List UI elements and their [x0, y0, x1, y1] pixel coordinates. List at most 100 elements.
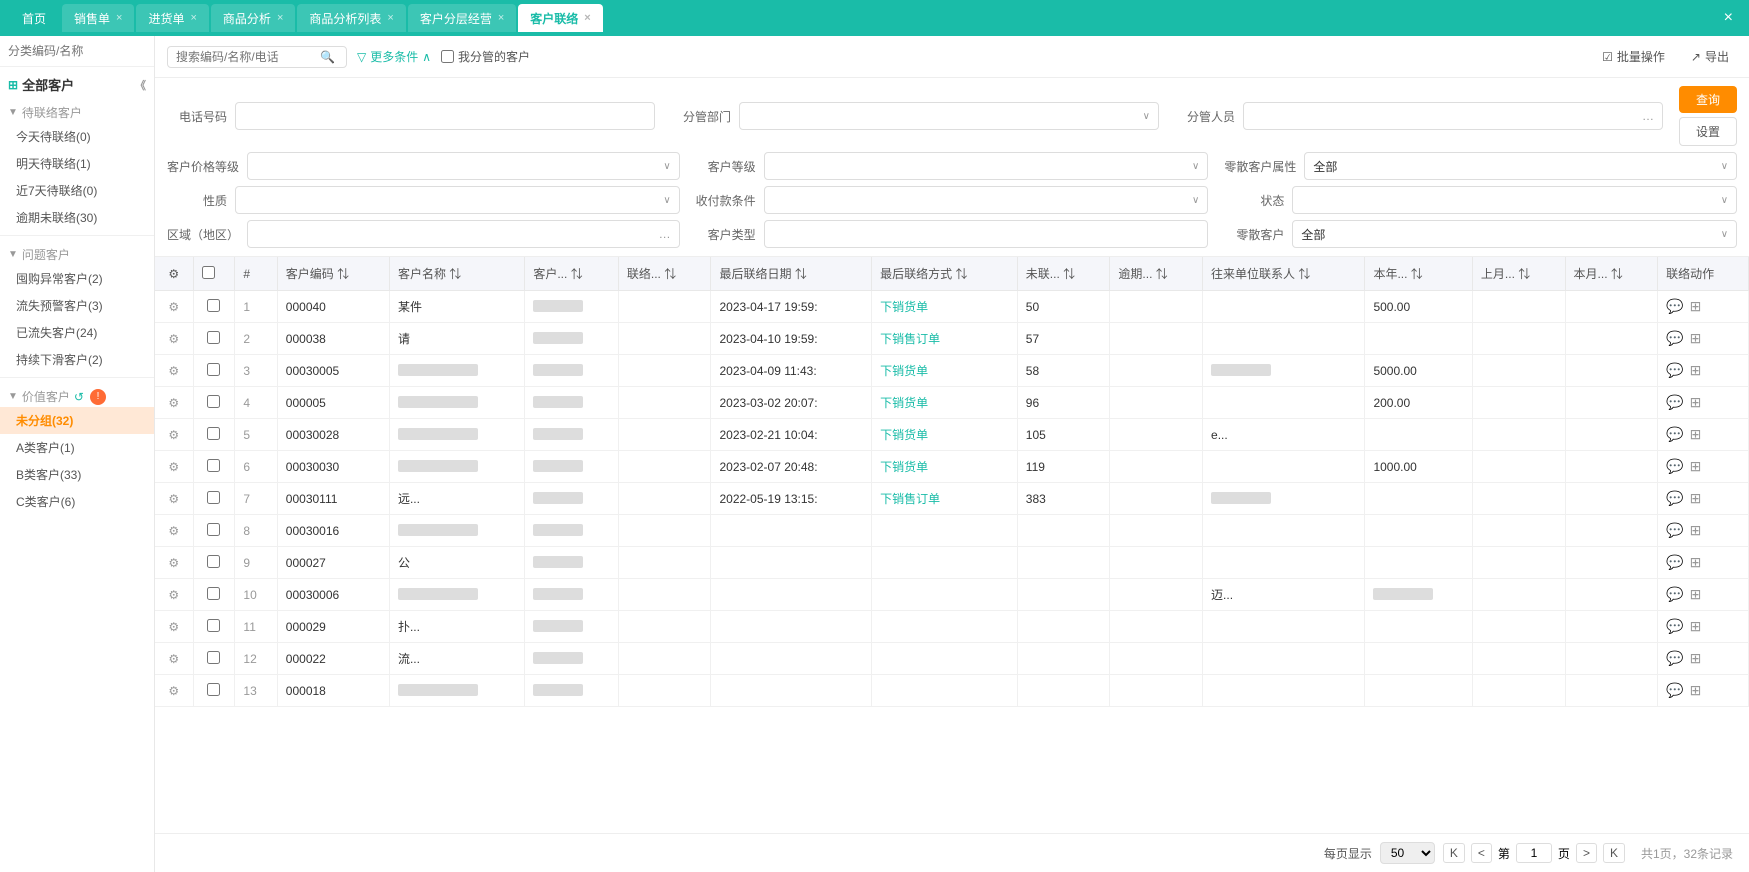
- reset-button[interactable]: 设置: [1679, 117, 1737, 146]
- chat-icon[interactable]: 💬: [1666, 586, 1683, 603]
- checkbox-col-header[interactable]: [193, 257, 235, 291]
- query-button[interactable]: 查询: [1679, 86, 1737, 113]
- row-settings[interactable]: ⚙: [155, 355, 193, 387]
- row-checkbox-cell[interactable]: [193, 483, 235, 515]
- sidebar-item-lost[interactable]: 已流失客户(24): [0, 319, 154, 346]
- chat-icon[interactable]: 💬: [1666, 394, 1683, 411]
- sidebar-search-input[interactable]: [8, 44, 155, 58]
- method-link[interactable]: 下销售订单: [880, 492, 940, 506]
- export-button[interactable]: ↗ 导出: [1683, 44, 1737, 69]
- col-contact[interactable]: 联络... ⇅: [618, 257, 711, 291]
- last-page-button[interactable]: K: [1603, 843, 1625, 863]
- region-input[interactable]: …: [247, 220, 680, 248]
- retail-customer-input[interactable]: 全部 ∨: [1292, 220, 1737, 248]
- tab-product-analysis-close[interactable]: ×: [277, 12, 283, 24]
- sidebar-item-near7[interactable]: 近7天待联络(0): [0, 177, 154, 204]
- row-settings[interactable]: ⚙: [155, 547, 193, 579]
- row-checkbox[interactable]: [207, 619, 220, 632]
- row-checkbox[interactable]: [207, 363, 220, 376]
- more-icon[interactable]: ⊞: [1690, 458, 1702, 475]
- more-icon[interactable]: ⊞: [1690, 298, 1702, 315]
- chat-icon[interactable]: 💬: [1666, 426, 1683, 443]
- row-settings[interactable]: ⚙: [155, 291, 193, 323]
- col-name[interactable]: 客户名称 ⇅: [389, 257, 524, 291]
- chat-icon[interactable]: 💬: [1666, 362, 1683, 379]
- retail-attr-input[interactable]: 全部 ∨: [1304, 152, 1737, 180]
- price-level-input[interactable]: ∨: [247, 152, 680, 180]
- sidebar-item-a[interactable]: A类客户(1): [0, 434, 154, 461]
- row-settings[interactable]: ⚙: [155, 323, 193, 355]
- payment-input[interactable]: ∨: [764, 186, 1209, 214]
- row-checkbox[interactable]: [207, 395, 220, 408]
- col-last-method[interactable]: 最后联络方式 ⇅: [872, 257, 1018, 291]
- more-icon[interactable]: ⊞: [1690, 394, 1702, 411]
- select-all-checkbox[interactable]: [202, 266, 215, 279]
- tab-purchase-close[interactable]: ×: [190, 12, 196, 24]
- sidebar-item-tomorrow[interactable]: 明天待联络(1): [0, 150, 154, 177]
- nav-close-button[interactable]: ×: [1716, 9, 1741, 27]
- prev-page-button[interactable]: <: [1471, 843, 1492, 863]
- tab-customer-contact-close[interactable]: ×: [584, 12, 590, 24]
- more-icon[interactable]: ⊞: [1690, 618, 1702, 635]
- tab-sales[interactable]: 销售单 ×: [62, 4, 134, 32]
- more-icon[interactable]: ⊞: [1690, 490, 1702, 507]
- sidebar-item-churn-risk[interactable]: 流失预警客户(3): [0, 292, 154, 319]
- more-icon[interactable]: ⊞: [1690, 362, 1702, 379]
- tab-customer-contact[interactable]: 客户联络 ×: [518, 4, 602, 32]
- chat-icon[interactable]: 💬: [1666, 298, 1683, 315]
- dept-input[interactable]: ∨: [739, 102, 1159, 130]
- sidebar-item-hold[interactable]: 持续下滑客户(2): [0, 346, 154, 373]
- sidebar-collapse-button[interactable]: 《: [135, 77, 146, 93]
- row-checkbox[interactable]: [207, 651, 220, 664]
- more-icon[interactable]: ⊞: [1690, 682, 1702, 699]
- tab-purchase[interactable]: 进货单 ×: [136, 4, 208, 32]
- row-checkbox-cell[interactable]: [193, 675, 235, 707]
- more-icon[interactable]: ⊞: [1690, 554, 1702, 571]
- row-checkbox-cell[interactable]: [193, 579, 235, 611]
- search-box[interactable]: 🔍: [167, 46, 347, 68]
- row-settings[interactable]: ⚙: [155, 451, 193, 483]
- settings-col-header[interactable]: ⚙: [155, 257, 193, 291]
- sidebar-item-abnormal[interactable]: 囤购异常客户(2): [0, 265, 154, 292]
- refresh-icon[interactable]: ↺: [74, 390, 84, 404]
- tab-product-analysis[interactable]: 商品分析 ×: [211, 4, 295, 32]
- next-page-button[interactable]: >: [1576, 843, 1597, 863]
- col-overdue[interactable]: 逾期... ⇅: [1110, 257, 1203, 291]
- more-icon[interactable]: ⊞: [1690, 330, 1702, 347]
- chat-icon[interactable]: 💬: [1666, 458, 1683, 475]
- customer-level-input[interactable]: ∨: [764, 152, 1209, 180]
- page-size-select[interactable]: 50 100 200: [1380, 842, 1435, 864]
- col-this-month[interactable]: 本月... ⇅: [1565, 257, 1658, 291]
- tab-customer-tier[interactable]: 客户分层经营 ×: [408, 4, 516, 32]
- row-settings[interactable]: ⚙: [155, 483, 193, 515]
- chat-icon[interactable]: 💬: [1666, 330, 1683, 347]
- chat-icon[interactable]: 💬: [1666, 490, 1683, 507]
- col-partner-contact[interactable]: 往来单位联系人 ⇅: [1203, 257, 1365, 291]
- nature-input[interactable]: ∨: [235, 186, 680, 214]
- tab-sales-close[interactable]: ×: [116, 12, 122, 24]
- row-checkbox-cell[interactable]: [193, 323, 235, 355]
- method-link[interactable]: 下销货单: [880, 396, 928, 410]
- row-settings[interactable]: ⚙: [155, 515, 193, 547]
- row-checkbox-cell[interactable]: [193, 515, 235, 547]
- more-conditions-button[interactable]: ▽ 更多条件 ∧: [357, 48, 431, 65]
- chat-icon[interactable]: 💬: [1666, 554, 1683, 571]
- status-input[interactable]: ∨: [1292, 186, 1737, 214]
- method-link[interactable]: 下销售订单: [880, 332, 940, 346]
- chat-icon[interactable]: 💬: [1666, 650, 1683, 667]
- batch-ops-button[interactable]: ☑ 批量操作: [1594, 44, 1673, 69]
- row-checkbox[interactable]: [207, 459, 220, 472]
- row-settings[interactable]: ⚙: [155, 387, 193, 419]
- row-checkbox[interactable]: [207, 299, 220, 312]
- sidebar-item-today[interactable]: 今天待联络(0): [0, 123, 154, 150]
- sidebar-item-b[interactable]: B类客户(33): [0, 461, 154, 488]
- row-checkbox-cell[interactable]: [193, 355, 235, 387]
- method-link[interactable]: 下销货单: [880, 364, 928, 378]
- method-link[interactable]: 下销货单: [880, 428, 928, 442]
- row-checkbox-cell[interactable]: [193, 643, 235, 675]
- row-checkbox-cell[interactable]: [193, 419, 235, 451]
- row-checkbox[interactable]: [207, 555, 220, 568]
- row-checkbox[interactable]: [207, 523, 220, 536]
- first-page-button[interactable]: K: [1443, 843, 1465, 863]
- method-link[interactable]: 下销货单: [880, 300, 928, 314]
